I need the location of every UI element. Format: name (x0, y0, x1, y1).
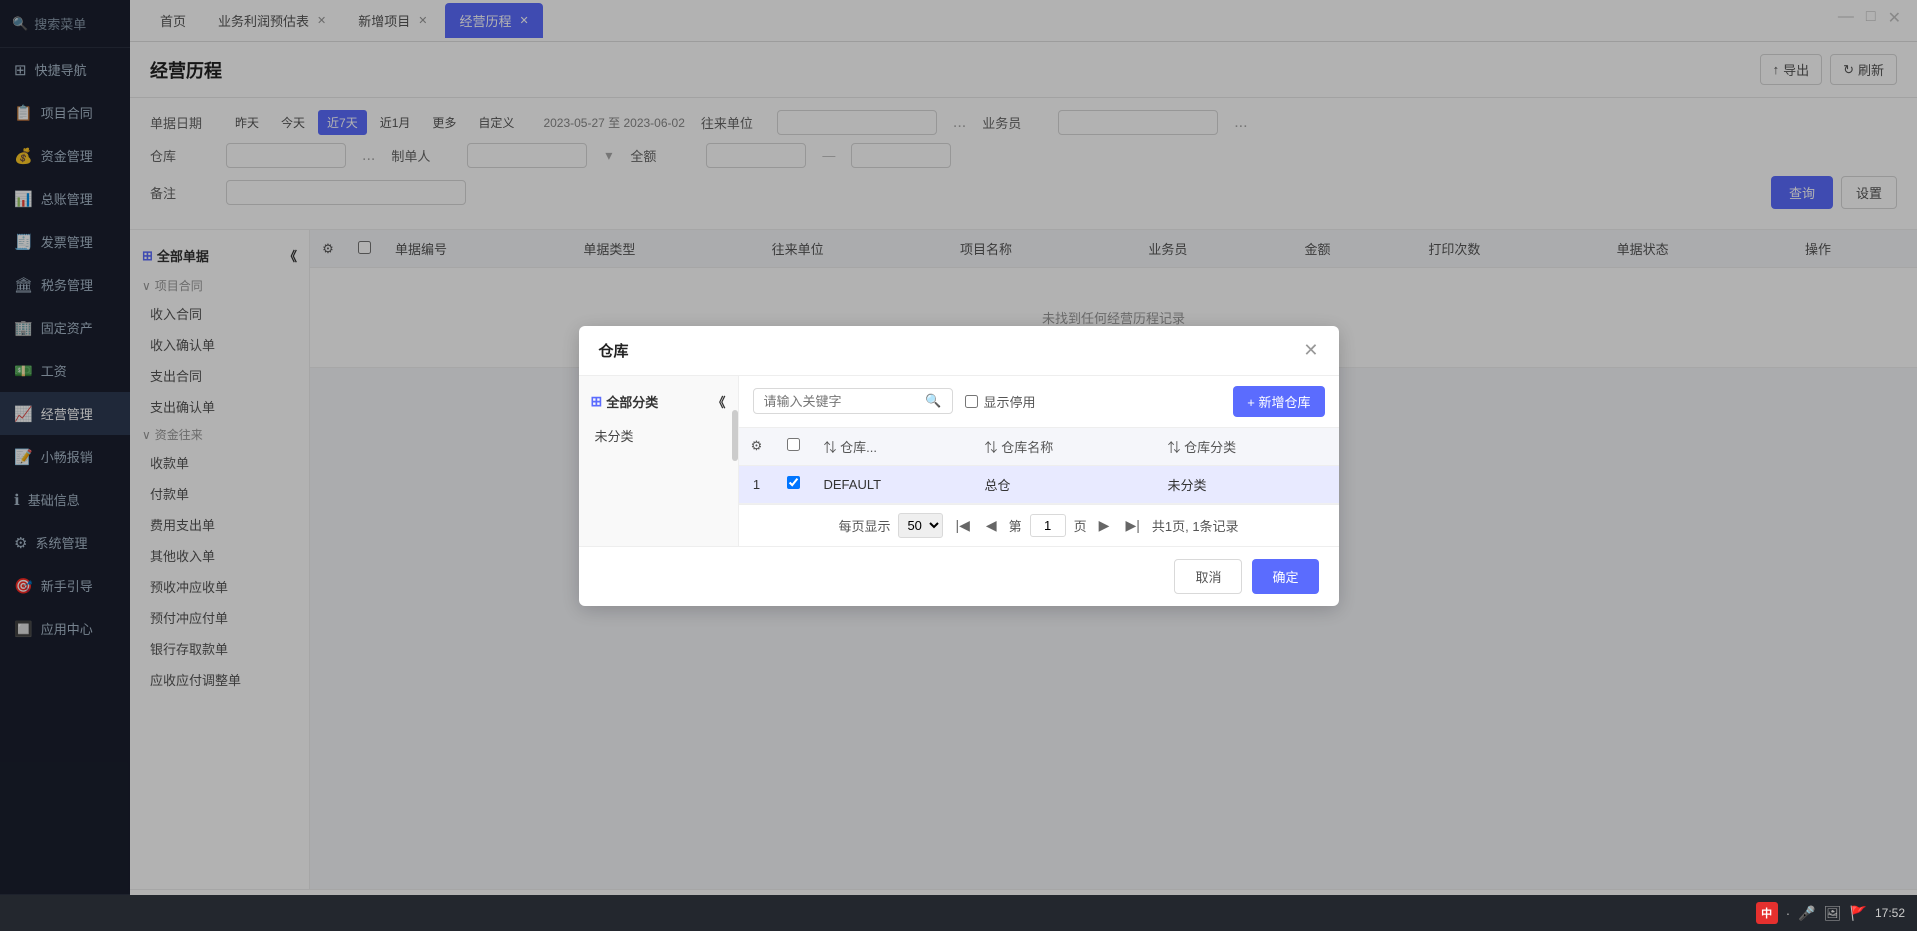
modal-search-input[interactable] (764, 394, 920, 409)
confirm-button[interactable]: 确定 (1252, 559, 1318, 594)
modal-per-page-label: 每页显示 (838, 516, 890, 535)
taskbar-extra-4: 🚩 (1850, 905, 1867, 922)
modal-sidebar-item-uncategorized[interactable]: 未分类 (579, 419, 738, 452)
modal-search-icon[interactable]: 🔍 (925, 393, 941, 409)
modal-total-info: 共1页, 1条记录 (1152, 516, 1239, 535)
modal-page-label: 第 (1009, 516, 1022, 535)
taskbar: 中 · 🎤 🖼 🚩 17:52 (0, 895, 1917, 931)
modal-main: 🔍 显示停用 + 新增仓库 (739, 376, 1339, 546)
taskbar-extra-2: 🎤 (1798, 905, 1815, 922)
modal-sidebar: ⊞ 全部分类 《 未分类 (579, 376, 739, 546)
taskbar-time: 17:52 (1875, 906, 1905, 920)
modal-per-page-select[interactable]: 50 (898, 513, 943, 538)
modal-sidebar-header: ⊞ 全部分类 《 (579, 384, 738, 419)
col-warehouse-name: ⇅ 仓库名称 (973, 428, 1156, 466)
modal-title: 仓库 (599, 340, 629, 361)
show-disabled-checkbox[interactable] (965, 395, 978, 408)
sort-icon: ⇅ (824, 440, 837, 455)
row-checkbox[interactable] (787, 476, 800, 489)
modal-last-page-button[interactable]: ▶| (1121, 515, 1143, 536)
col-warehouse-category: ⇅ 仓库分类 (1156, 428, 1339, 466)
modal-table: ⚙ ⇅ 仓库... ⇅ (739, 428, 1339, 504)
modal-footer-bar: 每页显示 50 |◀ ◀ 第 页 ▶ ▶| 共1页, 1条记录 (739, 504, 1339, 546)
modal-sidebar-collapse-icon[interactable]: 《 (712, 392, 725, 411)
modal-toolbar: 🔍 显示停用 + 新增仓库 (739, 376, 1339, 428)
modal-header: 仓库 ✕ (579, 326, 1339, 376)
show-disabled-checkbox-label[interactable]: 显示停用 (965, 392, 1036, 411)
taskbar-app-icon[interactable]: 中 (1756, 902, 1778, 924)
sidebar-scrollbar-thumb[interactable] (732, 410, 738, 461)
all-categories-icon: ⊞ (591, 393, 603, 410)
sort-icon-2: ⇅ (985, 440, 998, 455)
modal-actions: 取消 确定 (579, 546, 1339, 606)
sort-icon-3: ⇅ (1168, 440, 1181, 455)
window-controls: — □ ✕ (1822, 0, 1917, 36)
table-row[interactable]: 1 DEFAULT 总仓 未分类 (739, 465, 1339, 503)
col-warehouse-code: ⇅ 仓库... (812, 428, 973, 466)
cell-warehouse-name: 总仓 (973, 465, 1156, 503)
modal-page-unit: 页 (1074, 516, 1087, 535)
warehouse-modal: 仓库 ✕ ⊞ 全部分类 《 未分类 (579, 326, 1339, 606)
cancel-button[interactable]: 取消 (1174, 559, 1242, 594)
modal-search-box: 🔍 (753, 388, 953, 414)
modal-select-all[interactable] (787, 438, 800, 451)
close-button[interactable]: ✕ (1888, 8, 1901, 28)
modal-close-button[interactable]: ✕ (1303, 340, 1318, 361)
modal-prev-page-button[interactable]: ◀ (982, 515, 1001, 536)
add-warehouse-button[interactable]: + 新增仓库 (1233, 386, 1324, 417)
modal-body: ⊞ 全部分类 《 未分类 🔍 (579, 376, 1339, 546)
modal-first-page-button[interactable]: |◀ (951, 515, 973, 536)
minimize-button[interactable]: — (1838, 8, 1854, 28)
maximize-button[interactable]: □ (1866, 8, 1876, 28)
all-categories-label[interactable]: 全部分类 (606, 392, 658, 411)
cell-checkbox[interactable] (775, 465, 812, 503)
show-disabled-label: 显示停用 (984, 392, 1036, 411)
taskbar-extra-1: · (1786, 905, 1791, 921)
modal-overlay: 仓库 ✕ ⊞ 全部分类 《 未分类 (0, 0, 1917, 931)
modal-next-page-button[interactable]: ▶ (1095, 515, 1114, 536)
modal-page-input[interactable] (1030, 514, 1066, 537)
taskbar-extra-3: 🖼 (1824, 905, 1842, 922)
cell-id: 1 (739, 465, 775, 503)
col-settings-icon[interactable]: ⚙ (739, 428, 775, 466)
settings-icon: ⚙ (751, 438, 763, 453)
cell-warehouse-category: 未分类 (1156, 465, 1339, 503)
col-select-all[interactable] (775, 428, 812, 466)
sidebar-scrollbar-track (732, 376, 738, 546)
warehouse-table: ⚙ ⇅ 仓库... ⇅ (739, 428, 1339, 504)
cell-warehouse-code: DEFAULT (812, 465, 973, 503)
